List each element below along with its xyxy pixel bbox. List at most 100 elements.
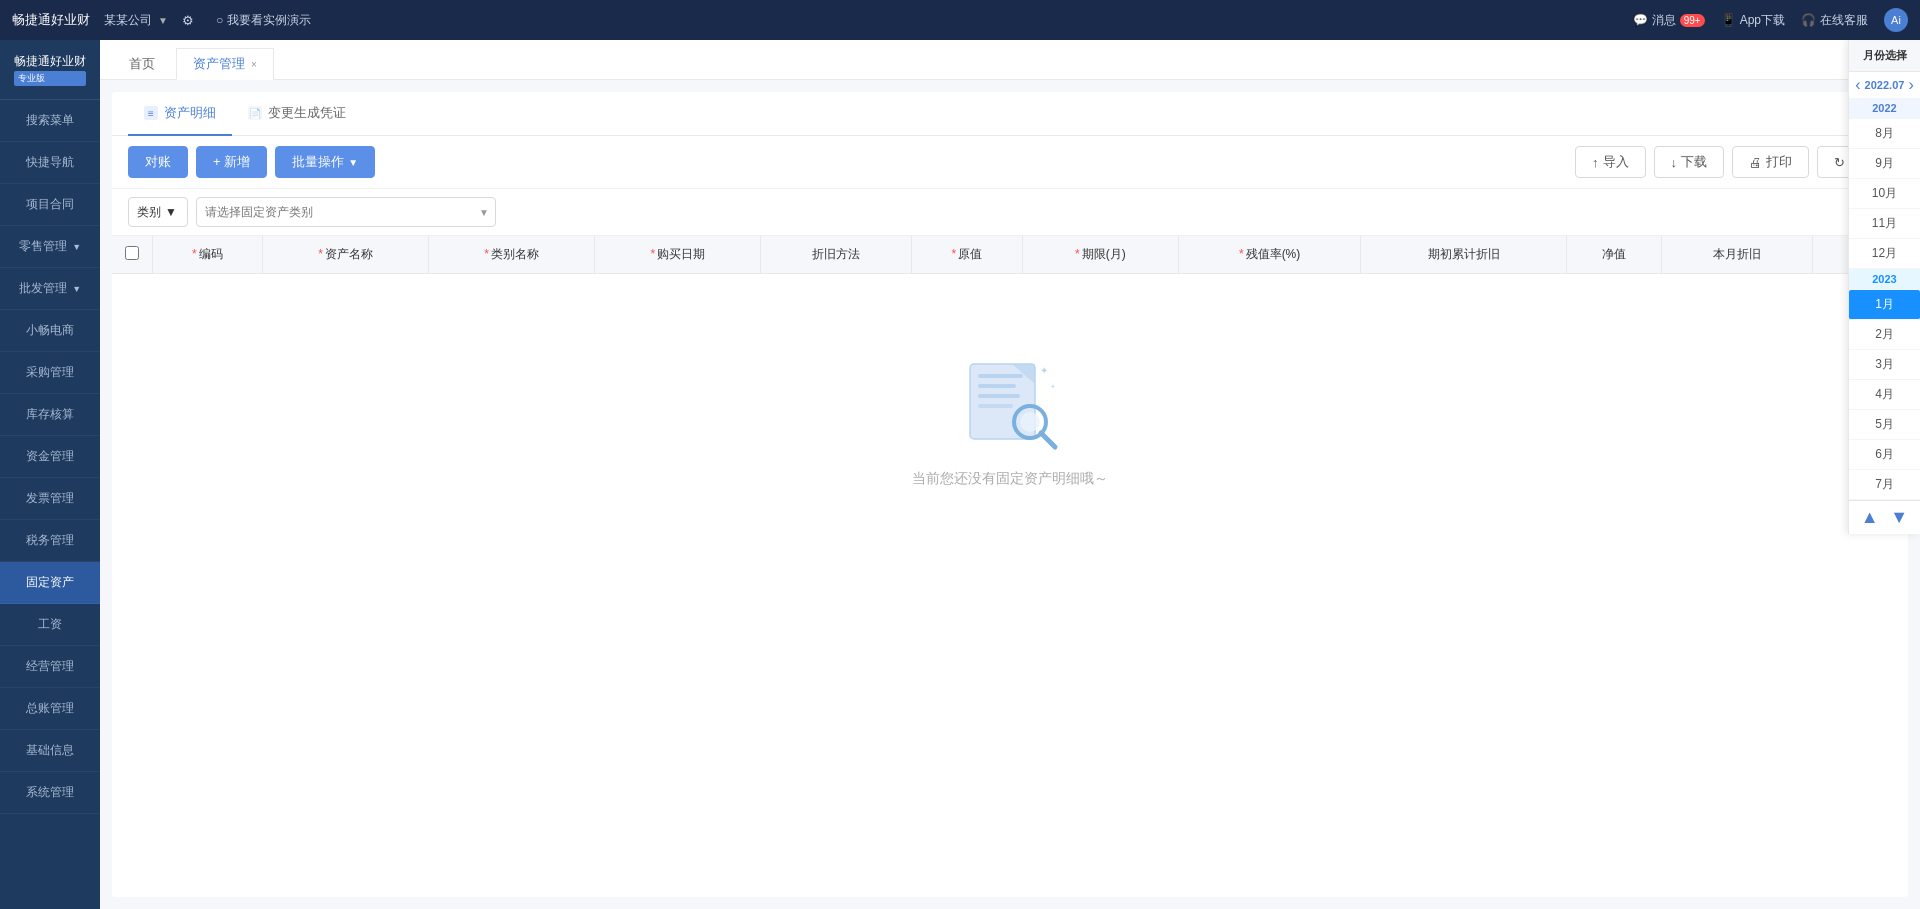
download-button[interactable]: ↓ 下载 bbox=[1654, 146, 1725, 178]
sidebar-item-quicknav[interactable]: 快捷导航 bbox=[0, 142, 100, 184]
month-panel: 月份选择 ‹ 2022.07 › 2022 8月 9月 10月 11月 12月 … bbox=[1848, 40, 1920, 534]
category-input-group[interactable]: ▼ bbox=[196, 197, 496, 227]
month-item-8[interactable]: 8月 bbox=[1849, 119, 1920, 149]
asset-table: *编码 *资产名称 *类别名称 *购买日期 折旧方法 *原值 *期限(月) *残… bbox=[112, 236, 1908, 568]
month-item-9[interactable]: 9月 bbox=[1849, 149, 1920, 179]
year-2023-label: 2023 bbox=[1849, 269, 1920, 290]
svg-rect-3 bbox=[978, 394, 1020, 398]
category-filter[interactable]: 类别 ▼ bbox=[128, 197, 188, 227]
col-residual-rate: *残值率(%) bbox=[1179, 236, 1361, 274]
table-container: *编码 *资产名称 *类别名称 *购买日期 折旧方法 *原值 *期限(月) *残… bbox=[112, 236, 1908, 897]
month-item-6[interactable]: 6月 bbox=[1849, 440, 1920, 470]
sidebar-item-invoice[interactable]: 发票管理 bbox=[0, 478, 100, 520]
col-monthly-depreciation: 本月折旧 bbox=[1662, 236, 1813, 274]
tab-close-button[interactable]: × bbox=[251, 59, 257, 70]
account-dropdown-icon[interactable]: ▼ bbox=[158, 15, 168, 26]
col-name: *资产名称 bbox=[262, 236, 428, 274]
sidebar-item-fixed-assets[interactable]: 固定资产 bbox=[0, 562, 100, 604]
month-item-5[interactable]: 5月 bbox=[1849, 410, 1920, 440]
sub-tab-asset-detail[interactable]: ≡ 资产明细 bbox=[128, 92, 232, 136]
empty-state: ✦ ✦ 当前您还没有固定资产明细哦～ bbox=[112, 274, 1908, 568]
tab-asset-management[interactable]: 资产管理 × bbox=[176, 48, 274, 80]
sidebar-item-basic[interactable]: 基础信息 bbox=[0, 730, 100, 772]
svg-rect-4 bbox=[978, 404, 1013, 408]
online-service-button[interactable]: 🎧 在线客服 bbox=[1801, 12, 1868, 29]
main-layout: 畅捷通好业财 专业版 搜索菜单 快捷导航 项目合同 零售管理 ▼ 批发管理 ▼ … bbox=[0, 40, 1920, 909]
app-title: 畅捷通好业财 bbox=[12, 11, 90, 29]
category-search-input[interactable] bbox=[197, 205, 479, 219]
sidebar-item-finance[interactable]: 资金管理 bbox=[0, 436, 100, 478]
month-item-10[interactable]: 10月 bbox=[1849, 179, 1920, 209]
sidebar-item-purchase[interactable]: 采购管理 bbox=[0, 352, 100, 394]
account-area: 畅捷通好业财 某某公司 ▼ ⚙ ○ 我要看实例演示 bbox=[12, 11, 311, 29]
sidebar-item-ledger[interactable]: 总账管理 bbox=[0, 688, 100, 730]
message-button[interactable]: 💬 消息 99+ bbox=[1633, 12, 1705, 29]
col-accumulated-depreciation: 期初累计折旧 bbox=[1360, 236, 1566, 274]
print-button[interactable]: 🖨 打印 bbox=[1732, 146, 1809, 178]
month-item-12[interactable]: 12月 bbox=[1849, 239, 1920, 269]
month-item-4[interactable]: 4月 bbox=[1849, 380, 1920, 410]
table-select-all-header bbox=[112, 236, 152, 274]
col-original-value: *原值 bbox=[912, 236, 1022, 274]
col-period: *期限(月) bbox=[1022, 236, 1179, 274]
sub-tabs: ≡ 资产明细 📄 变更生成凭证 bbox=[112, 92, 1908, 136]
sidebar-item-inventory[interactable]: 库存核算 bbox=[0, 394, 100, 436]
add-button[interactable]: + 新增 bbox=[196, 146, 267, 178]
month-next-button[interactable]: › bbox=[1908, 76, 1913, 94]
svg-rect-2 bbox=[978, 384, 1016, 388]
month-item-3[interactable]: 3月 bbox=[1849, 350, 1920, 380]
inner-box: ≡ 资产明细 📄 变更生成凭证 对账 + 新增 bbox=[112, 92, 1908, 897]
toolbar: 对账 + 新增 批量操作 ▼ ↑ 导入 bbox=[112, 136, 1908, 189]
sidebar-item-tax[interactable]: 税务管理 bbox=[0, 520, 100, 562]
month-panel-header: 月份选择 bbox=[1849, 40, 1920, 72]
month-year-display: 2022.07 bbox=[1865, 79, 1905, 91]
demo-link[interactable]: ○ 我要看实例演示 bbox=[216, 12, 311, 29]
sidebar-item-wholesale[interactable]: 批发管理 ▼ bbox=[0, 268, 100, 310]
message-badge: 99+ bbox=[1680, 14, 1705, 27]
month-scroll-down-button[interactable]: ▼ bbox=[1890, 507, 1908, 528]
month-prev-button[interactable]: ‹ bbox=[1855, 76, 1860, 94]
settings-icon[interactable]: ⚙ bbox=[182, 13, 194, 28]
month-item-11[interactable]: 11月 bbox=[1849, 209, 1920, 239]
month-item-7[interactable]: 7月 bbox=[1849, 470, 1920, 500]
sidebar-item-management[interactable]: 经营管理 bbox=[0, 646, 100, 688]
month-scroll-up-button[interactable]: ▲ bbox=[1861, 507, 1879, 528]
import-button[interactable]: ↑ 导入 bbox=[1575, 146, 1646, 178]
sidebar: 畅捷通好业财 专业版 搜索菜单 快捷导航 项目合同 零售管理 ▼ 批发管理 ▼ … bbox=[0, 40, 100, 909]
month-item-1[interactable]: 1月 bbox=[1849, 290, 1920, 320]
sidebar-item-retail[interactable]: 零售管理 ▼ bbox=[0, 226, 100, 268]
empty-text: 当前您还没有固定资产明细哦～ bbox=[912, 470, 1108, 488]
user-avatar[interactable]: Ai bbox=[1884, 8, 1908, 32]
month-item-2[interactable]: 2月 bbox=[1849, 320, 1920, 350]
input-dropdown-icon: ▼ bbox=[479, 207, 495, 218]
batch-arrow-icon: ▼ bbox=[348, 157, 358, 168]
app-download-button[interactable]: 📱 App下载 bbox=[1721, 12, 1785, 29]
svg-text:✦: ✦ bbox=[1040, 365, 1048, 376]
tab-bar: 首页 资产管理 × bbox=[100, 40, 1920, 80]
select-all-checkbox[interactable] bbox=[125, 246, 139, 260]
wholesale-arrow-icon: ▼ bbox=[72, 284, 81, 294]
top-header: 畅捷通好业财 某某公司 ▼ ⚙ ○ 我要看实例演示 💬 消息 99+ 📱 App… bbox=[0, 0, 1920, 40]
col-buy-date: *购买日期 bbox=[595, 236, 761, 274]
svg-rect-1 bbox=[978, 374, 1023, 378]
sub-tab-change-voucher[interactable]: 📄 变更生成凭证 bbox=[232, 92, 362, 136]
sidebar-item-salary[interactable]: 工资 bbox=[0, 604, 100, 646]
sidebar-item-system[interactable]: 系统管理 bbox=[0, 772, 100, 814]
svg-line-8 bbox=[1041, 433, 1055, 447]
sidebar-item-project[interactable]: 项目合同 bbox=[0, 184, 100, 226]
account-name: 某某公司 bbox=[104, 12, 152, 29]
reconcile-button[interactable]: 对账 bbox=[128, 146, 188, 178]
empty-state-row: ✦ ✦ 当前您还没有固定资产明细哦～ bbox=[112, 274, 1908, 569]
sidebar-item-ecommerce[interactable]: 小畅电商 bbox=[0, 310, 100, 352]
page-content: ≡ 资产明细 📄 变更生成凭证 对账 + 新增 bbox=[100, 80, 1920, 909]
sidebar-item-search[interactable]: 搜索菜单 bbox=[0, 100, 100, 142]
content-area: 首页 资产管理 × ≡ 资产明细 📄 变更生成凭证 bbox=[100, 40, 1920, 909]
filter-row: 类别 ▼ ▼ bbox=[112, 189, 1908, 236]
tab-home[interactable]: 首页 bbox=[112, 47, 172, 79]
col-category: *类别名称 bbox=[429, 236, 595, 274]
sidebar-logo: 畅捷通好业财 专业版 bbox=[0, 40, 100, 100]
batch-button[interactable]: 批量操作 ▼ bbox=[275, 146, 375, 178]
empty-state-illustration: ✦ ✦ bbox=[950, 354, 1070, 454]
svg-point-7 bbox=[1020, 412, 1040, 432]
col-depreciation-method: 折旧方法 bbox=[761, 236, 912, 274]
